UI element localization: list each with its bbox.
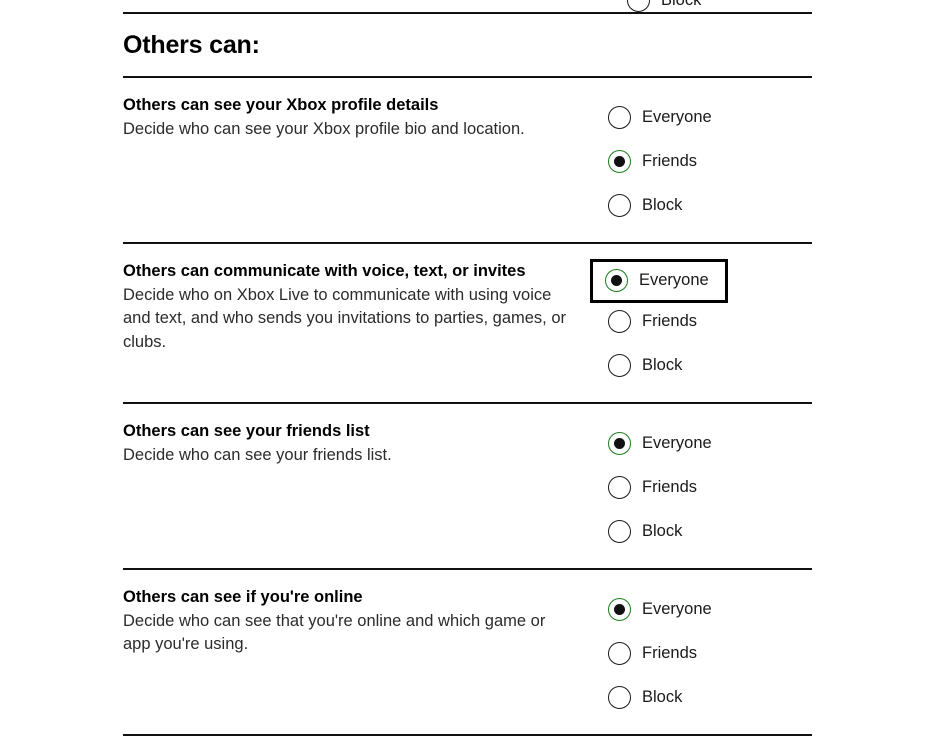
radio-circle-icon [608, 476, 631, 499]
radio-option-label: Block [642, 523, 682, 540]
radio-circle-selected-icon [605, 269, 628, 292]
radio-option-label: Friends [642, 479, 697, 496]
setting-title: Others can see your Xbox profile details [123, 94, 575, 116]
radio-option-friends[interactable]: Friends [593, 300, 731, 344]
setting-title: Others can see if you're online [123, 586, 575, 608]
radio-circle-selected-icon [608, 432, 631, 455]
setting-description: Decide who on Xbox Live to communicate w… [123, 284, 575, 354]
radio-option-block-partial[interactable]: Block [612, 0, 750, 12]
setting-text-block: Others can see if you're online Decide w… [123, 586, 593, 657]
radio-group-profile-details: Everyone Friends Block [593, 96, 812, 228]
setting-row-communicate: Others can communicate with voice, text,… [123, 244, 812, 402]
setting-text-block: Others can see your Xbox profile details… [123, 94, 593, 142]
radio-circle-icon [608, 106, 631, 129]
radio-group-communicate: Everyone Friends Block [593, 262, 812, 388]
radio-circle-icon [627, 0, 650, 12]
setting-title: Others can see your friends list [123, 420, 575, 442]
privacy-settings-page: Block Others can: Others can see your Xb… [0, 0, 931, 686]
radio-option-everyone[interactable]: Everyone [593, 96, 731, 140]
radio-circle-icon [608, 354, 631, 377]
radio-circle-icon [608, 310, 631, 333]
radio-circle-icon [608, 642, 631, 665]
setting-description: Decide who can see your Xbox profile bio… [123, 118, 575, 141]
radio-group-friends-list: Everyone Friends Block [593, 422, 812, 554]
radio-option-label: Block [642, 357, 682, 374]
radio-option-block[interactable]: Block [593, 184, 731, 228]
setting-text-block: Others can communicate with voice, text,… [123, 260, 593, 355]
radio-circle-selected-icon [608, 150, 631, 173]
radio-option-label: Block [642, 197, 682, 214]
radio-option-everyone[interactable]: Everyone [593, 588, 731, 632]
radio-option-label: Friends [642, 645, 697, 662]
settings-content-column: Block Others can: Others can see your Xb… [123, 0, 812, 736]
setting-description: Decide who can see that you're online an… [123, 610, 575, 657]
radio-option-friends[interactable]: Friends [593, 632, 731, 676]
page-title: Others can: [123, 32, 812, 60]
radio-option-block[interactable]: Block [593, 510, 731, 554]
radio-option-friends[interactable]: Friends [593, 466, 731, 510]
radio-option-everyone[interactable]: Everyone [590, 259, 728, 303]
radio-option-block[interactable]: Block [593, 676, 731, 720]
radio-circle-icon [608, 520, 631, 543]
radio-group-online-status: Everyone Friends Block [593, 588, 812, 720]
radio-circle-icon [608, 194, 631, 217]
radio-option-block[interactable]: Block [593, 344, 731, 388]
radio-option-label: Everyone [642, 435, 712, 452]
radio-option-label: Everyone [642, 601, 712, 618]
divider-4 [123, 734, 812, 736]
radio-option-everyone[interactable]: Everyone [593, 422, 731, 466]
radio-option-label: Friends [642, 313, 697, 330]
radio-circle-selected-icon [608, 598, 631, 621]
setting-row-profile-details: Others can see your Xbox profile details… [123, 78, 812, 242]
radio-option-friends[interactable]: Friends [593, 140, 731, 184]
divider-above-heading [123, 12, 812, 14]
radio-circle-icon [608, 686, 631, 709]
radio-option-label: Everyone [642, 109, 712, 126]
setting-title: Others can communicate with voice, text,… [123, 260, 575, 282]
setting-description: Decide who can see your friends list. [123, 444, 575, 467]
radio-option-label: Everyone [639, 272, 709, 289]
setting-text-block: Others can see your friends list Decide … [123, 420, 593, 468]
previous-setting-partial-row: Block [123, 0, 812, 12]
radio-option-label: Block [661, 0, 701, 8]
setting-row-friends-list: Others can see your friends list Decide … [123, 404, 812, 568]
radio-option-label: Friends [642, 153, 697, 170]
radio-option-label: Block [642, 689, 682, 706]
setting-row-online-status: Others can see if you're online Decide w… [123, 570, 812, 734]
